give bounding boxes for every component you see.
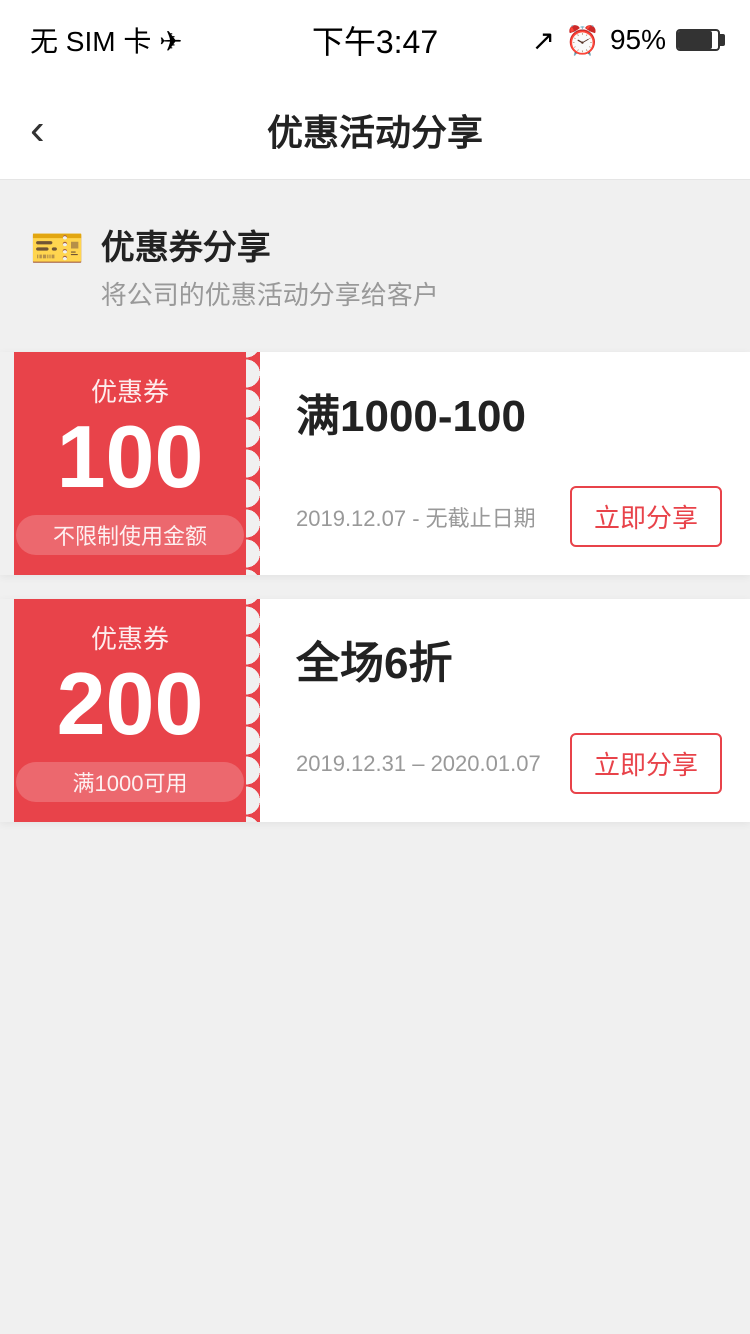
- status-left: 无 SIM 卡 ✈: [30, 20, 183, 60]
- coupon-section-icon: 🎫: [30, 222, 85, 274]
- coupon-label-2: 优惠券: [91, 619, 169, 656]
- nav-bar: ‹ 优惠活动分享: [0, 80, 750, 180]
- coupon-meta-2: 2019.12.31 – 2020.01.07 立即分享: [296, 733, 722, 794]
- coupon-amount-2: 200: [57, 660, 204, 748]
- coupon-right-1: 满1000-100 2019.12.07 - 无截止日期 立即分享: [260, 352, 750, 575]
- coupon-meta-1: 2019.12.07 - 无截止日期 立即分享: [296, 486, 722, 547]
- section-text: 优惠券分享 将公司的优惠活动分享给客户: [101, 220, 439, 312]
- carrier-text: 无 SIM 卡 ✈: [30, 20, 183, 60]
- coupon-date-2: 2019.12.31 – 2020.01.07: [296, 751, 541, 777]
- coupon-name-2: 全场6折: [296, 627, 722, 691]
- section-title: 优惠券分享: [101, 220, 439, 269]
- status-bar: 无 SIM 卡 ✈ 下午3:47 ↗ ⏰ 95%: [0, 0, 750, 80]
- battery-percent: 95%: [610, 24, 666, 56]
- coupon-left-2: 优惠券 200 满1000可用: [0, 599, 260, 822]
- coupon-name-1: 满1000-100: [296, 380, 722, 444]
- alarm-icon: ⏰: [565, 24, 600, 57]
- status-time: 下午3:47: [312, 17, 438, 63]
- coupon-label-1: 优惠券: [91, 372, 169, 409]
- coupon-right-2: 全场6折 2019.12.31 – 2020.01.07 立即分享: [260, 599, 750, 822]
- share-button-2[interactable]: 立即分享: [570, 733, 722, 794]
- coupon-amount-1: 100: [57, 413, 204, 501]
- location-icon: ↗: [532, 24, 555, 57]
- coupon-condition-2: 满1000可用: [16, 762, 244, 802]
- back-button[interactable]: ‹: [30, 108, 45, 152]
- battery-icon: [676, 29, 720, 51]
- coupon-card-1: 优惠券 100 不限制使用金额 满1000-100 2019.12.07 - 无…: [0, 352, 750, 575]
- section-header: 🎫 优惠券分享 将公司的优惠活动分享给客户: [0, 180, 750, 332]
- page-title: 优惠活动分享: [267, 104, 483, 156]
- coupon-list: 优惠券 100 不限制使用金额 满1000-100 2019.12.07 - 无…: [0, 332, 750, 862]
- share-button-1[interactable]: 立即分享: [570, 486, 722, 547]
- section-subtitle: 将公司的优惠活动分享给客户: [101, 275, 439, 312]
- coupon-left-1: 优惠券 100 不限制使用金额: [0, 352, 260, 575]
- coupon-card-2: 优惠券 200 满1000可用 全场6折 2019.12.31 – 2020.0…: [0, 599, 750, 822]
- coupon-condition-1: 不限制使用金额: [16, 515, 244, 555]
- status-right: ↗ ⏰ 95%: [532, 24, 720, 57]
- bottom-area: [0, 862, 750, 1262]
- coupon-date-1: 2019.12.07 - 无截止日期: [296, 501, 536, 533]
